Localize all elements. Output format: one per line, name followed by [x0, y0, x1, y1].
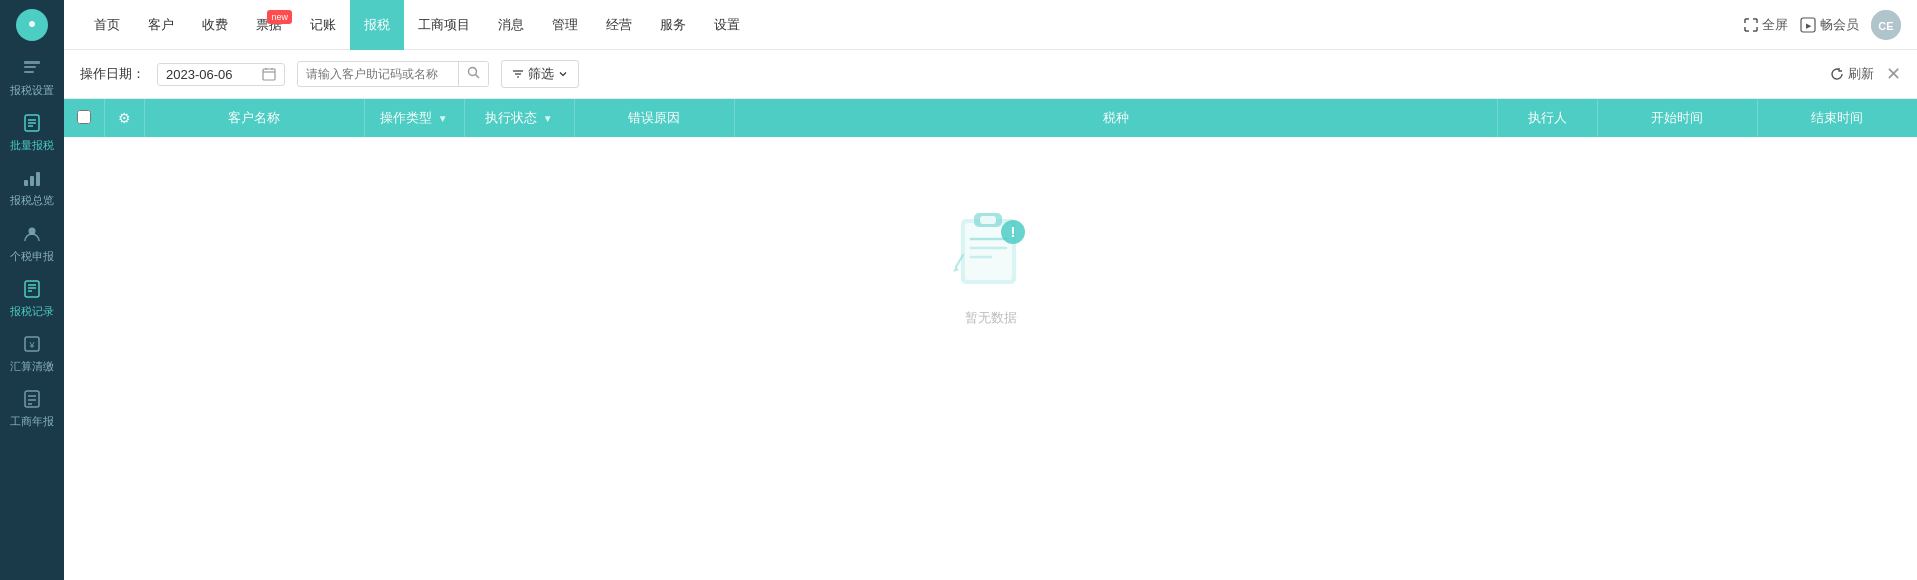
filter-icon: [512, 68, 524, 80]
nav-items: 首页 客户 收费 票据 new 记账 报税 工商项目 消息: [80, 0, 1744, 50]
invoice-badge: new: [267, 10, 292, 25]
sidebar-item-annual-report-label: 工商年报: [10, 415, 54, 428]
nav-tax[interactable]: 报税: [350, 0, 404, 50]
sort-exec-status-icon: ▼: [543, 113, 553, 124]
sidebar-item-tax-summary[interactable]: 报税总览: [0, 160, 64, 215]
nav-accounting[interactable]: 记账: [296, 0, 350, 50]
empty-illustration: !: [941, 197, 1041, 297]
app-logo[interactable]: [16, 9, 48, 41]
nav-messages[interactable]: 消息: [484, 0, 538, 50]
empty-state: ! 暂无数据: [64, 137, 1917, 367]
nav-home[interactable]: 首页: [80, 0, 134, 50]
nav-customer[interactable]: 客户: [134, 0, 188, 50]
svg-rect-1: [24, 66, 36, 68]
search-icon: [467, 66, 480, 79]
member-button[interactable]: ▶ 畅会员: [1800, 16, 1859, 34]
sidebar-item-settlement-label: 汇算清缴: [10, 360, 54, 373]
col-header-executor: 执行人: [1497, 99, 1597, 137]
chevron-down-icon: [558, 69, 568, 79]
settlement-icon: ¥: [22, 334, 42, 357]
search-field: [297, 61, 489, 87]
svg-line-30: [476, 75, 480, 79]
refresh-icon: [1830, 67, 1844, 81]
sidebar-item-batch-tax-label: 批量报税: [10, 139, 54, 152]
col-header-error-reason: 错误原因: [574, 99, 734, 137]
tax-summary-icon: [22, 168, 42, 191]
col-header-gear: ⚙: [104, 99, 144, 137]
avatar[interactable]: CE: [1871, 10, 1901, 40]
tax-settings-icon: [22, 58, 42, 81]
col-header-checkbox: [64, 99, 104, 137]
refresh-button[interactable]: 刷新: [1830, 65, 1874, 83]
calendar-icon: [262, 67, 276, 81]
records-table: ⚙ 客户名称 操作类型 ▼ 执行状态 ▼: [64, 99, 1917, 137]
svg-text:CE: CE: [1878, 20, 1893, 32]
table-container[interactable]: ⚙ 客户名称 操作类型 ▼ 执行状态 ▼: [64, 99, 1917, 580]
nav-billing[interactable]: 收费: [188, 0, 242, 50]
nav-management[interactable]: 管理: [538, 0, 592, 50]
svg-text:!: !: [1010, 223, 1015, 240]
sidebar-item-batch-tax[interactable]: 批量报税: [0, 105, 64, 160]
sidebar-item-tax-records[interactable]: 报税记录: [0, 271, 64, 326]
sidebar-item-settlement[interactable]: ¥ 汇算清缴: [0, 326, 64, 381]
sidebar: 报税设置 批量报税 报税总览: [0, 0, 64, 580]
sidebar-item-tax-settings-label: 报税设置: [10, 84, 54, 97]
select-all-checkbox[interactable]: [77, 110, 91, 124]
col-header-customer: 客户名称: [144, 99, 364, 137]
sidebar-item-tax-records-label: 报税记录: [10, 305, 54, 318]
sidebar-item-personal-tax[interactable]: 个税申报: [0, 216, 64, 271]
svg-text:¥: ¥: [28, 340, 35, 350]
main-content: 首页 客户 收费 票据 new 记账 报税 工商项目 消息: [64, 0, 1917, 580]
col-header-exec-status[interactable]: 执行状态 ▼: [464, 99, 574, 137]
personal-tax-icon: [22, 224, 42, 247]
empty-text: 暂无数据: [965, 309, 1017, 327]
annual-report-icon: [22, 389, 42, 412]
date-label: 操作日期：: [80, 65, 145, 83]
sidebar-item-tax-settings[interactable]: 报税设置: [0, 50, 64, 105]
tax-records-icon: [22, 279, 42, 302]
page-area: 操作日期： 2023-06-06: [64, 50, 1917, 580]
svg-rect-11: [25, 281, 39, 297]
svg-rect-2: [24, 71, 34, 73]
nav-business[interactable]: 工商项目: [404, 0, 484, 50]
search-button[interactable]: [458, 62, 488, 86]
svg-rect-8: [30, 176, 34, 186]
close-button[interactable]: ✕: [1886, 65, 1901, 83]
nav-operations[interactable]: 经营: [592, 0, 646, 50]
logo-area: [0, 0, 64, 50]
search-input[interactable]: [298, 63, 458, 85]
svg-rect-37: [980, 216, 996, 224]
svg-marker-44: [953, 267, 959, 272]
svg-rect-9: [36, 172, 40, 186]
sidebar-item-personal-tax-label: 个税申报: [10, 250, 54, 263]
member-icon: ▶: [1800, 17, 1816, 33]
fullscreen-icon: [1744, 18, 1758, 32]
sidebar-item-annual-report[interactable]: 工商年报: [0, 381, 64, 436]
svg-point-29: [469, 68, 477, 76]
topnav-right: 全屏 ▶ 畅会员 CE: [1744, 10, 1901, 40]
nav-invoice[interactable]: 票据 new: [242, 0, 296, 50]
top-navigation: 首页 客户 收费 票据 new 记账 报税 工商项目 消息: [64, 0, 1917, 50]
col-header-op-type[interactable]: 操作类型 ▼: [364, 99, 464, 137]
toolbar: 操作日期： 2023-06-06: [64, 50, 1917, 99]
gear-icon[interactable]: ⚙: [118, 110, 131, 126]
svg-text:▶: ▶: [1806, 22, 1812, 29]
svg-rect-7: [24, 180, 28, 186]
col-header-start-time: 开始时间: [1597, 99, 1757, 137]
fullscreen-button[interactable]: 全屏: [1744, 16, 1788, 34]
date-input[interactable]: 2023-06-06: [166, 67, 256, 82]
svg-rect-25: [263, 69, 275, 80]
filter-button[interactable]: 筛选: [501, 60, 579, 88]
col-header-end-time: 结束时间: [1757, 99, 1917, 137]
sort-op-type-icon: ▼: [438, 113, 448, 124]
nav-services[interactable]: 服务: [646, 0, 700, 50]
sidebar-item-tax-summary-label: 报税总览: [10, 194, 54, 207]
svg-rect-0: [24, 61, 40, 64]
col-header-tax-type: 税种: [734, 99, 1497, 137]
nav-settings[interactable]: 设置: [700, 0, 754, 50]
date-picker[interactable]: 2023-06-06: [157, 63, 285, 86]
batch-tax-icon: [22, 113, 42, 136]
